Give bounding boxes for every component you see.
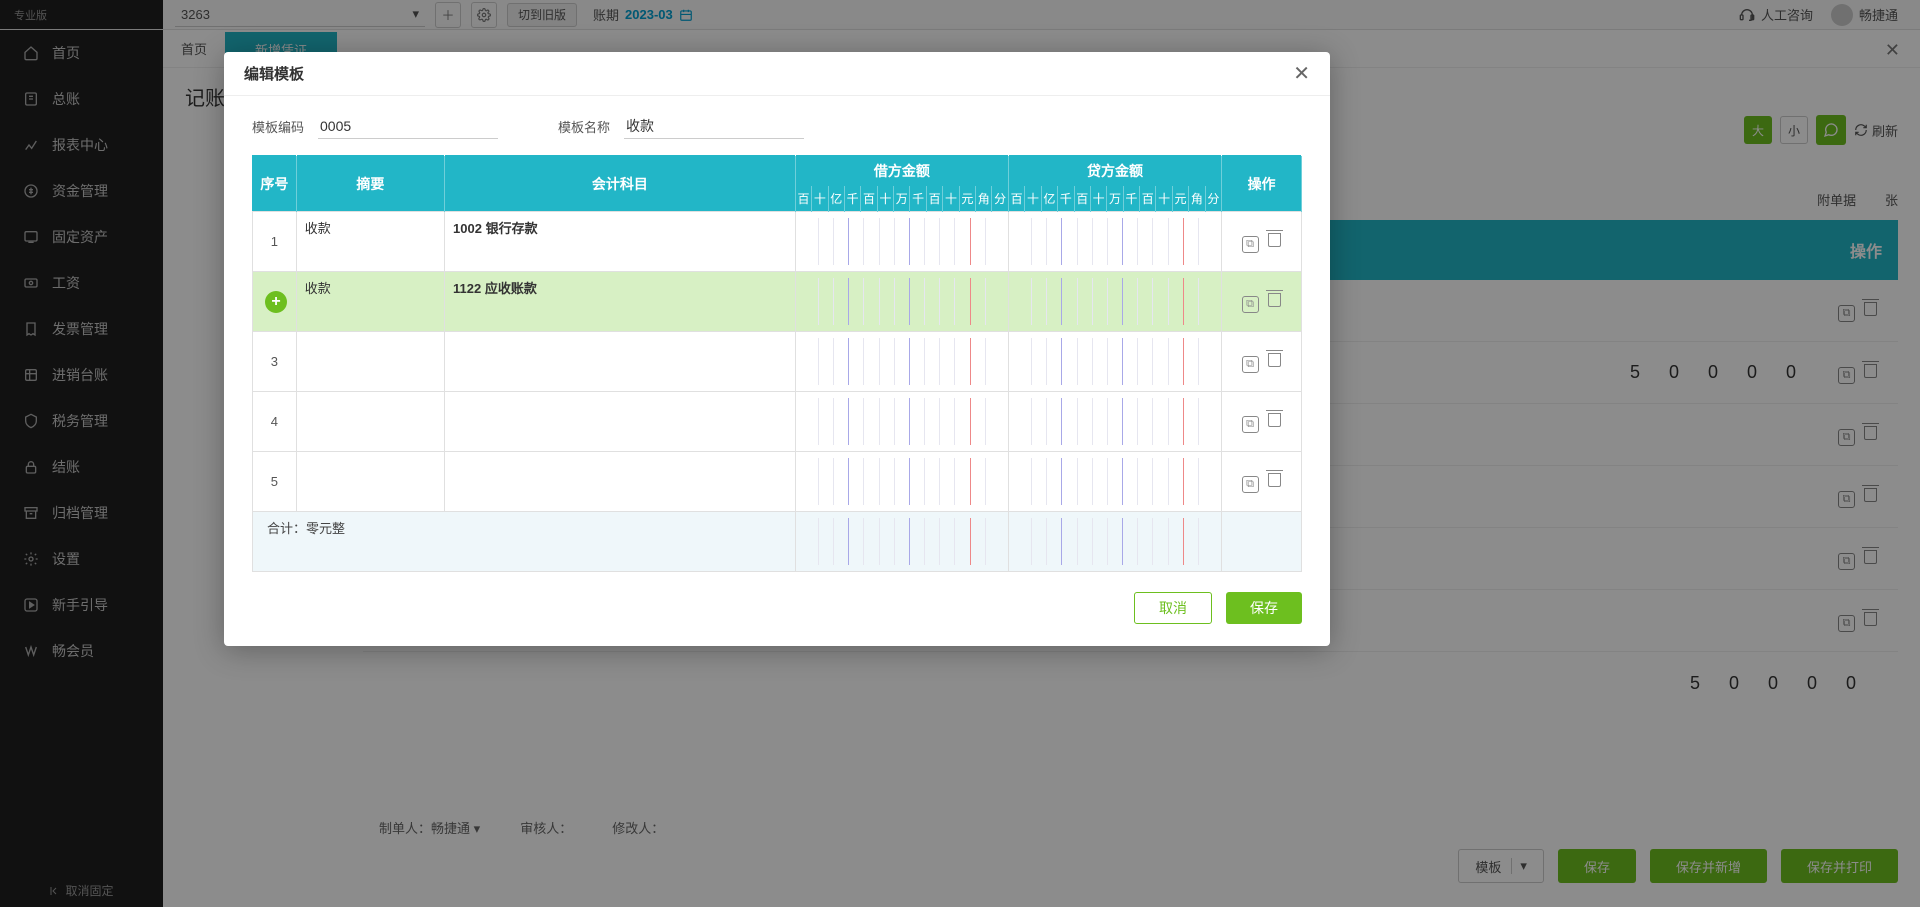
trash-icon[interactable] — [1267, 230, 1282, 247]
subject-cell[interactable]: 1002 银行存款 — [445, 212, 796, 272]
close-icon[interactable]: ✕ — [1293, 61, 1310, 86]
amount-cell[interactable] — [795, 272, 1008, 332]
col-seq: 序号 — [253, 156, 297, 212]
table-row: 4⧉ — [253, 392, 1302, 452]
digit-header: 百 — [1074, 186, 1090, 212]
amount-cell[interactable] — [795, 512, 1008, 572]
digit-header: 十 — [812, 186, 828, 212]
seq-cell: 5 — [253, 452, 297, 512]
amount-cell[interactable] — [1008, 212, 1221, 272]
seq-cell: 4 — [253, 392, 297, 452]
modal-header: 编辑模板 ✕ — [224, 52, 1330, 96]
digit-header: 十 — [877, 186, 893, 212]
table-row: 5⧉ — [253, 452, 1302, 512]
trash-icon[interactable] — [1267, 410, 1282, 427]
digit-header: 百 — [926, 186, 942, 212]
save-button[interactable]: 保存 — [1226, 592, 1302, 624]
trash-icon[interactable] — [1267, 350, 1282, 367]
amount-cell[interactable] — [1008, 392, 1221, 452]
subject-cell[interactable]: 1122 应收账款 — [445, 272, 796, 332]
col-subject: 会计科目 — [445, 156, 796, 212]
op-cell: ⧉ — [1222, 392, 1302, 452]
subject-cell[interactable] — [445, 392, 796, 452]
template-code-input[interactable] — [318, 114, 498, 139]
trash-icon[interactable] — [1267, 470, 1282, 487]
copy-icon[interactable]: ⧉ — [1242, 296, 1259, 313]
amount-cell[interactable] — [795, 212, 1008, 272]
digit-header: 百 — [1008, 186, 1024, 212]
digit-header: 千 — [1123, 186, 1139, 212]
amount-cell[interactable] — [795, 392, 1008, 452]
table-row: 1收款1002 银行存款 ⧉ — [253, 212, 1302, 272]
digit-header: 角 — [1189, 186, 1205, 212]
amount-cell[interactable] — [795, 332, 1008, 392]
digit-header: 分 — [992, 186, 1009, 212]
amount-cell[interactable] — [1008, 332, 1221, 392]
table-row: 3⧉ — [253, 332, 1302, 392]
seq-cell: 3 — [253, 332, 297, 392]
digit-header: 千 — [910, 186, 926, 212]
digit-header: 千 — [844, 186, 860, 212]
op-cell: ⧉ — [1222, 452, 1302, 512]
add-row-button[interactable]: + — [265, 291, 287, 313]
col-op: 操作 — [1222, 156, 1302, 212]
summary-cell[interactable] — [296, 392, 444, 452]
summary-cell[interactable] — [296, 332, 444, 392]
digit-header: 角 — [976, 186, 992, 212]
trash-icon[interactable] — [1267, 290, 1282, 307]
digit-header: 百 — [861, 186, 877, 212]
op-cell: ⧉ — [1222, 332, 1302, 392]
seq-cell: 1 — [253, 212, 297, 272]
total-label: 合计：零元整 — [253, 512, 796, 572]
subject-cell[interactable] — [445, 452, 796, 512]
copy-icon[interactable]: ⧉ — [1242, 476, 1259, 493]
modal-title: 编辑模板 — [244, 63, 304, 84]
digit-header: 十 — [943, 186, 959, 212]
template-name-label: 模板名称 — [558, 117, 610, 136]
op-cell: ⧉ — [1222, 212, 1302, 272]
digit-header: 万 — [1107, 186, 1123, 212]
summary-cell[interactable] — [296, 452, 444, 512]
copy-icon[interactable]: ⧉ — [1242, 416, 1259, 433]
digit-header: 亿 — [828, 186, 844, 212]
digit-header: 元 — [1172, 186, 1188, 212]
amount-cell[interactable] — [1008, 272, 1221, 332]
digit-header: 十 — [1090, 186, 1106, 212]
summary-cell[interactable]: 收款 — [296, 272, 444, 332]
digit-header: 百 — [795, 186, 811, 212]
digit-header: 亿 — [1041, 186, 1057, 212]
subject-cell[interactable] — [445, 332, 796, 392]
template-code-label: 模板编码 — [252, 117, 304, 136]
modal-footer: 取消 保存 — [224, 582, 1330, 646]
cancel-button[interactable]: 取消 — [1134, 592, 1212, 624]
digit-header: 分 — [1205, 186, 1222, 212]
total-row: 合计：零元整 — [253, 512, 1302, 572]
col-debit: 借方金额 — [795, 156, 1008, 186]
digit-header: 百 — [1140, 186, 1156, 212]
digit-header: 千 — [1058, 186, 1074, 212]
summary-cell[interactable]: 收款 — [296, 212, 444, 272]
amount-cell[interactable] — [795, 452, 1008, 512]
edit-template-modal: 编辑模板 ✕ 模板编码 模板名称 序号 摘要 会计科目 借方金额 贷方金额 — [224, 52, 1330, 646]
table-row: + 收款1122 应收账款 ⧉ — [253, 272, 1302, 332]
digit-header: 元 — [959, 186, 975, 212]
digit-header: 十 — [1156, 186, 1172, 212]
digit-header: 万 — [894, 186, 910, 212]
template-table: 序号 摘要 会计科目 借方金额 贷方金额 操作 百十亿千百十万千百十元角分百十亿… — [252, 155, 1302, 572]
amount-cell[interactable] — [1008, 452, 1221, 512]
seq-cell: + — [253, 272, 297, 332]
col-summary: 摘要 — [296, 156, 444, 212]
template-name-input[interactable] — [624, 114, 804, 139]
op-cell: ⧉ — [1222, 272, 1302, 332]
col-credit: 贷方金额 — [1008, 156, 1221, 186]
digit-header: 十 — [1025, 186, 1041, 212]
amount-cell[interactable] — [1008, 512, 1221, 572]
copy-icon[interactable]: ⧉ — [1242, 236, 1259, 253]
copy-icon[interactable]: ⧉ — [1242, 356, 1259, 373]
